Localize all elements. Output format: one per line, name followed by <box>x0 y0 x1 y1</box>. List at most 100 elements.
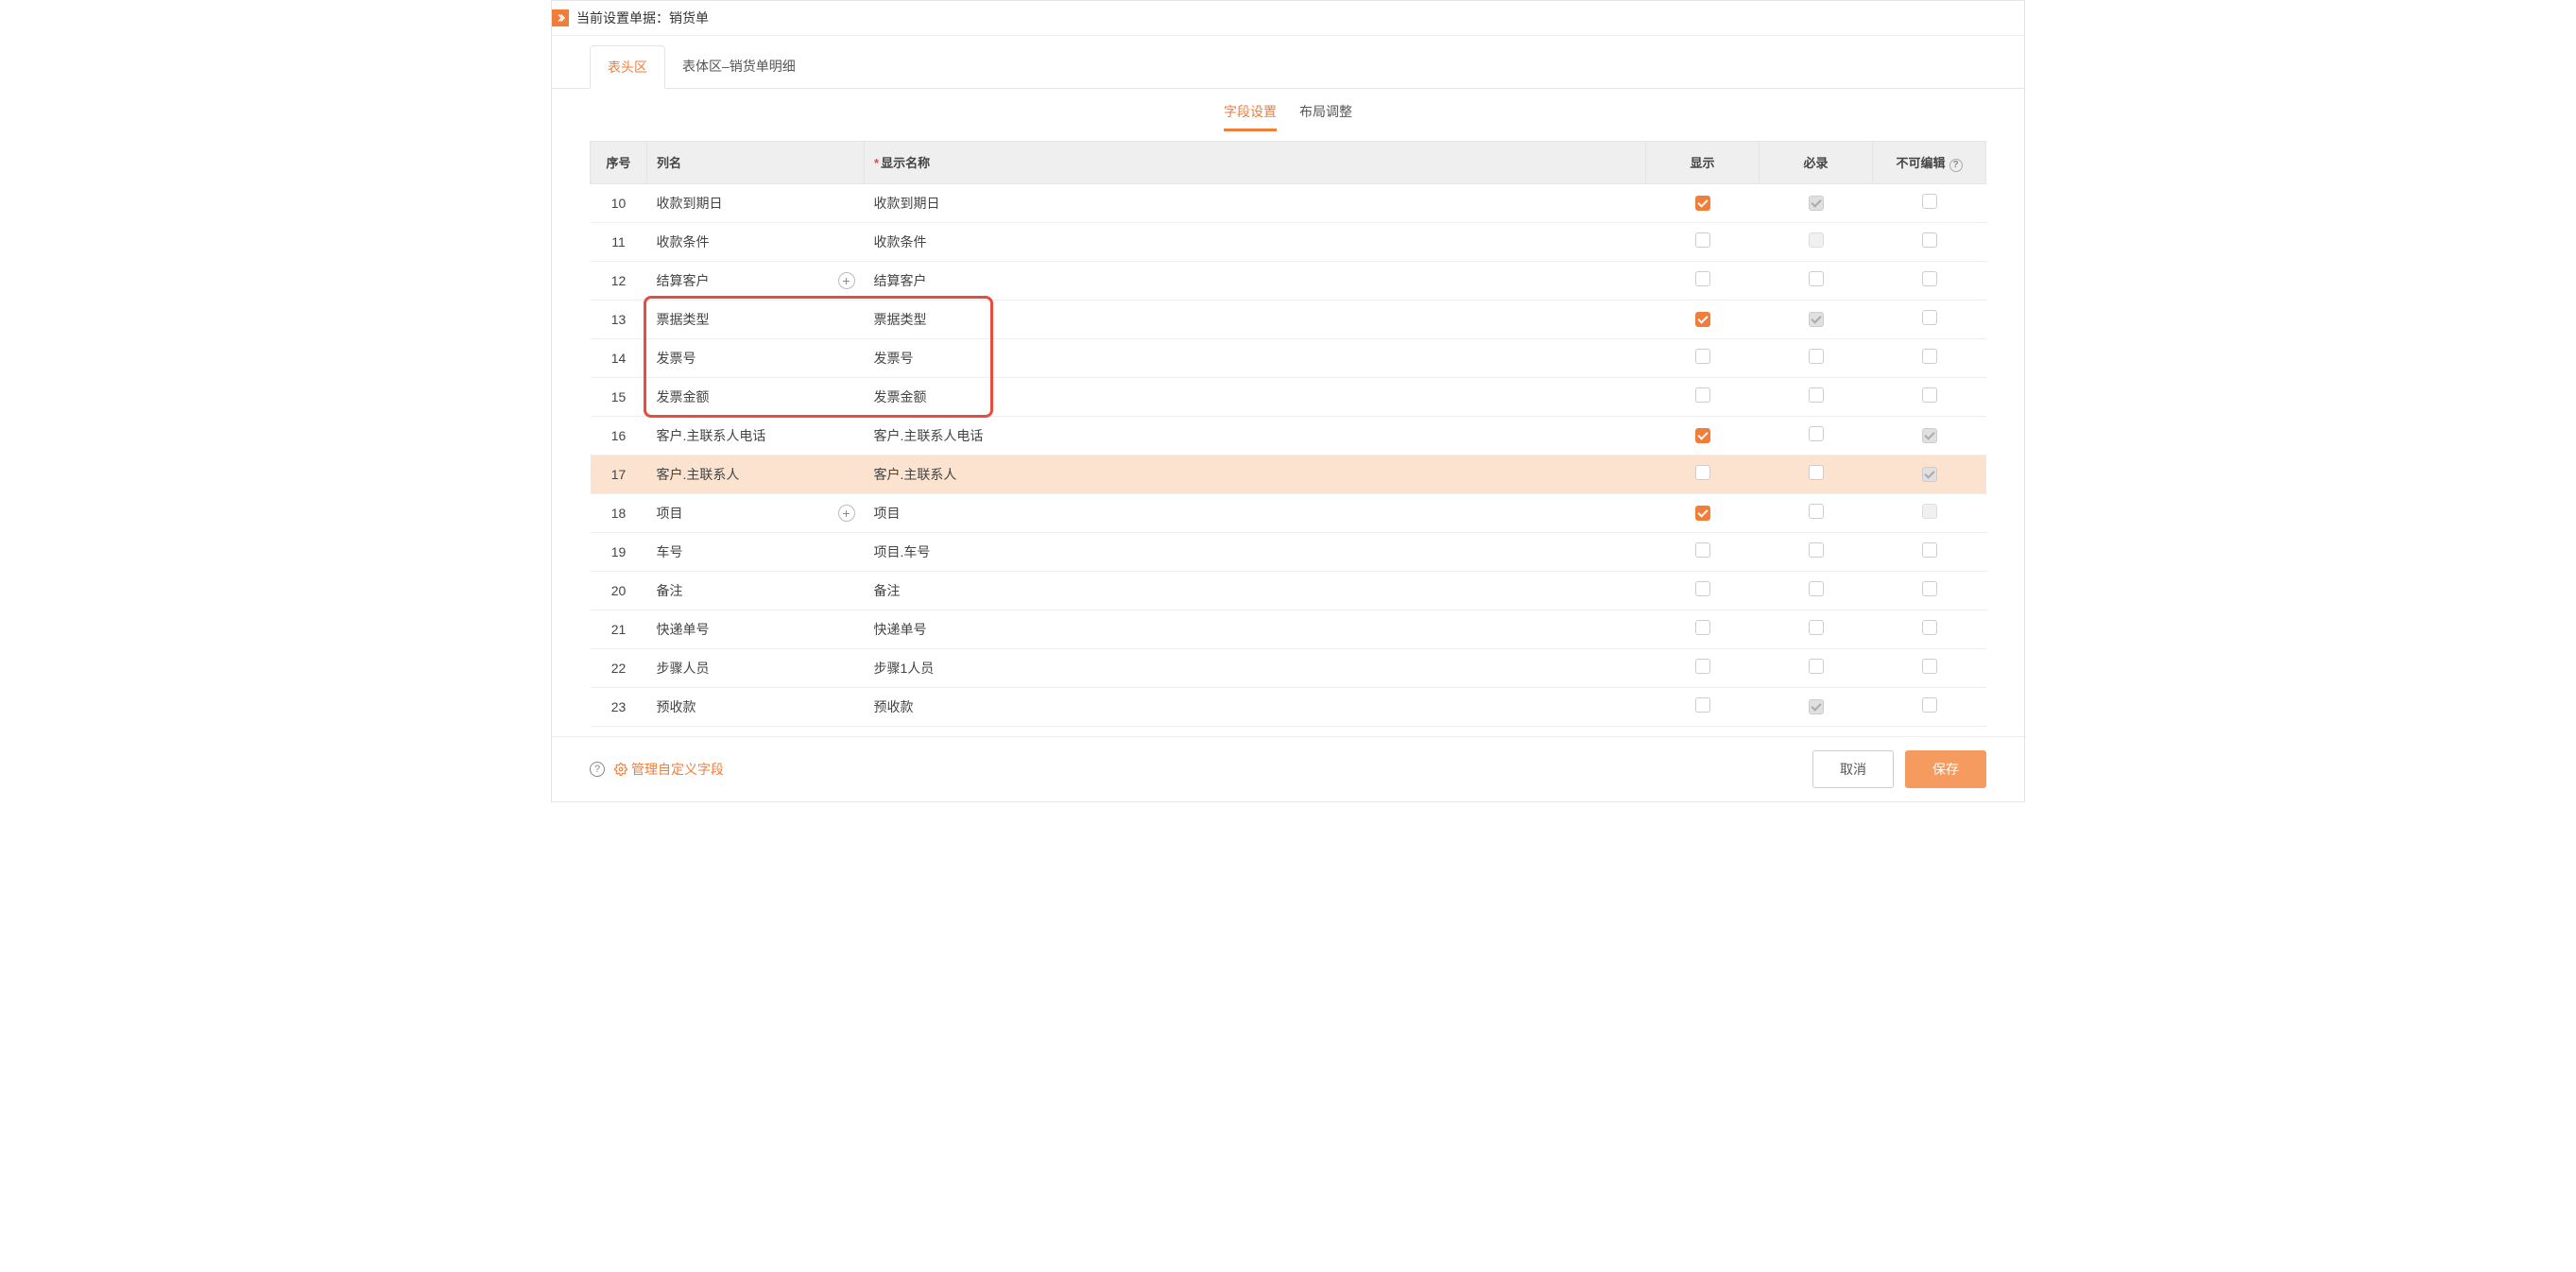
expand-plus-button[interactable]: + <box>838 505 855 522</box>
checkbox[interactable] <box>1922 620 1937 635</box>
tab-1[interactable]: 表体区–销货单明细 <box>665 45 813 88</box>
display-name-cell[interactable]: 项目 <box>865 493 1646 532</box>
checkbox[interactable] <box>1695 581 1710 596</box>
checkbox[interactable] <box>1809 349 1824 364</box>
checkbox[interactable] <box>1695 312 1710 327</box>
checkbox[interactable] <box>1922 697 1937 713</box>
table-row: 21快递单号快递单号 <box>591 610 1986 648</box>
checkbox[interactable] <box>1809 542 1824 558</box>
checkbox[interactable] <box>1809 465 1824 480</box>
manage-custom-fields-link[interactable]: 管理自定义字段 <box>614 760 724 779</box>
save-button[interactable]: 保存 <box>1905 750 1986 788</box>
display-name-cell[interactable]: 备注 <box>865 571 1646 610</box>
required-cell <box>1760 222 1873 261</box>
checkbox[interactable] <box>1922 232 1937 248</box>
display-name-cell[interactable]: 收款条件 <box>865 222 1646 261</box>
column-name-label: 预收款 <box>657 699 696 714</box>
checkbox[interactable] <box>1695 232 1710 248</box>
expand-plus-button[interactable]: + <box>838 272 855 289</box>
display-name-cell[interactable]: 步骤1人员 <box>865 648 1646 687</box>
checkbox[interactable] <box>1695 349 1710 364</box>
checkbox[interactable] <box>1809 620 1824 635</box>
cancel-button[interactable]: 取消 <box>1812 750 1894 788</box>
checkbox[interactable] <box>1809 504 1824 519</box>
display-name-cell[interactable]: 收款到期日 <box>865 183 1646 222</box>
readonly-cell <box>1873 222 1986 261</box>
display-name-cell[interactable]: 结算客户 <box>865 261 1646 300</box>
footer-help-icon[interactable]: ? <box>590 762 605 777</box>
seq-cell: 18 <box>591 493 647 532</box>
checkbox[interactable] <box>1809 426 1824 441</box>
checkbox[interactable] <box>1695 659 1710 674</box>
checkbox[interactable] <box>1695 271 1710 286</box>
readonly-cell <box>1873 183 1986 222</box>
required-asterisk: * <box>874 156 879 170</box>
name-cell: 步骤人员 <box>647 648 865 687</box>
name-cell: 快递单号 <box>647 610 865 648</box>
display-name-cell[interactable]: 客户.主联系人 <box>865 455 1646 493</box>
checkbox[interactable] <box>1922 581 1937 596</box>
seq-cell: 14 <box>591 338 647 377</box>
display-name-cell[interactable]: 快递单号 <box>865 610 1646 648</box>
custom-fields-label: 管理自定义字段 <box>631 760 724 779</box>
table-body: 10收款到期日收款到期日11收款条件收款条件12结算客户+结算客户13票据类型票… <box>591 183 1986 726</box>
checkbox[interactable] <box>1809 581 1824 596</box>
checkbox[interactable] <box>1922 659 1937 674</box>
column-name-label: 结算客户 <box>657 273 710 288</box>
readonly-cell <box>1873 532 1986 571</box>
table-row: 20备注备注 <box>591 571 1986 610</box>
required-cell <box>1760 338 1873 377</box>
checkbox[interactable] <box>1695 428 1710 443</box>
help-icon[interactable]: ? <box>1949 159 1963 172</box>
collapse-button[interactable] <box>552 9 569 26</box>
table-row: 13票据类型票据类型 <box>591 300 1986 338</box>
checkbox[interactable] <box>1809 659 1824 674</box>
readonly-cell <box>1873 687 1986 726</box>
readonly-cell <box>1873 648 1986 687</box>
checkbox[interactable] <box>1695 387 1710 403</box>
display-name-cell[interactable]: 客户.主联系人电话 <box>865 416 1646 455</box>
name-cell: 项目+ <box>647 493 865 532</box>
required-cell <box>1760 493 1873 532</box>
table-row: 10收款到期日收款到期日 <box>591 183 1986 222</box>
tab-0[interactable]: 表头区 <box>590 45 665 89</box>
column-name-label: 票据类型 <box>657 312 710 327</box>
checkbox[interactable] <box>1695 196 1710 211</box>
subtab-1[interactable]: 布局调整 <box>1299 102 1352 131</box>
column-name-label: 客户.主联系人电话 <box>657 428 766 443</box>
seq-cell: 17 <box>591 455 647 493</box>
checkbox[interactable] <box>1695 542 1710 558</box>
name-cell: 预收款 <box>647 687 865 726</box>
checkbox[interactable] <box>1695 620 1710 635</box>
seq-cell: 19 <box>591 532 647 571</box>
show-cell <box>1646 183 1760 222</box>
checkbox[interactable] <box>1695 465 1710 480</box>
checkbox[interactable] <box>1922 271 1937 286</box>
seq-cell: 11 <box>591 222 647 261</box>
checkbox[interactable] <box>1809 271 1824 286</box>
table-row: 19车号项目.车号 <box>591 532 1986 571</box>
display-name-cell[interactable]: 票据类型 <box>865 300 1646 338</box>
col-required-header: 必录 <box>1760 142 1873 184</box>
column-name-label: 发票号 <box>657 351 696 366</box>
checkbox[interactable] <box>1695 697 1710 713</box>
table-row: 18项目+项目 <box>591 493 1986 532</box>
display-name-cell[interactable]: 预收款 <box>865 687 1646 726</box>
seq-cell: 16 <box>591 416 647 455</box>
header-bar: 当前设置单据：销货单 <box>552 1 2024 36</box>
field-table: 序号 列名 *显示名称 显示 必录 不可编辑? 10收款到期日收款到期日11收款… <box>590 141 1986 727</box>
checkbox[interactable] <box>1922 194 1937 209</box>
sub-tabs: 字段设置布局调整 <box>552 89 2024 131</box>
checkbox[interactable] <box>1922 310 1937 325</box>
col-name-header: 列名 <box>647 142 865 184</box>
checkbox[interactable] <box>1922 349 1937 364</box>
checkbox[interactable] <box>1695 506 1710 521</box>
checkbox[interactable] <box>1809 387 1824 403</box>
column-name-label: 发票金额 <box>657 389 710 404</box>
display-name-cell[interactable]: 发票金额 <box>865 377 1646 416</box>
checkbox[interactable] <box>1922 542 1937 558</box>
checkbox[interactable] <box>1922 387 1937 403</box>
subtab-0[interactable]: 字段设置 <box>1224 102 1277 131</box>
display-name-cell[interactable]: 发票号 <box>865 338 1646 377</box>
display-name-cell[interactable]: 项目.车号 <box>865 532 1646 571</box>
